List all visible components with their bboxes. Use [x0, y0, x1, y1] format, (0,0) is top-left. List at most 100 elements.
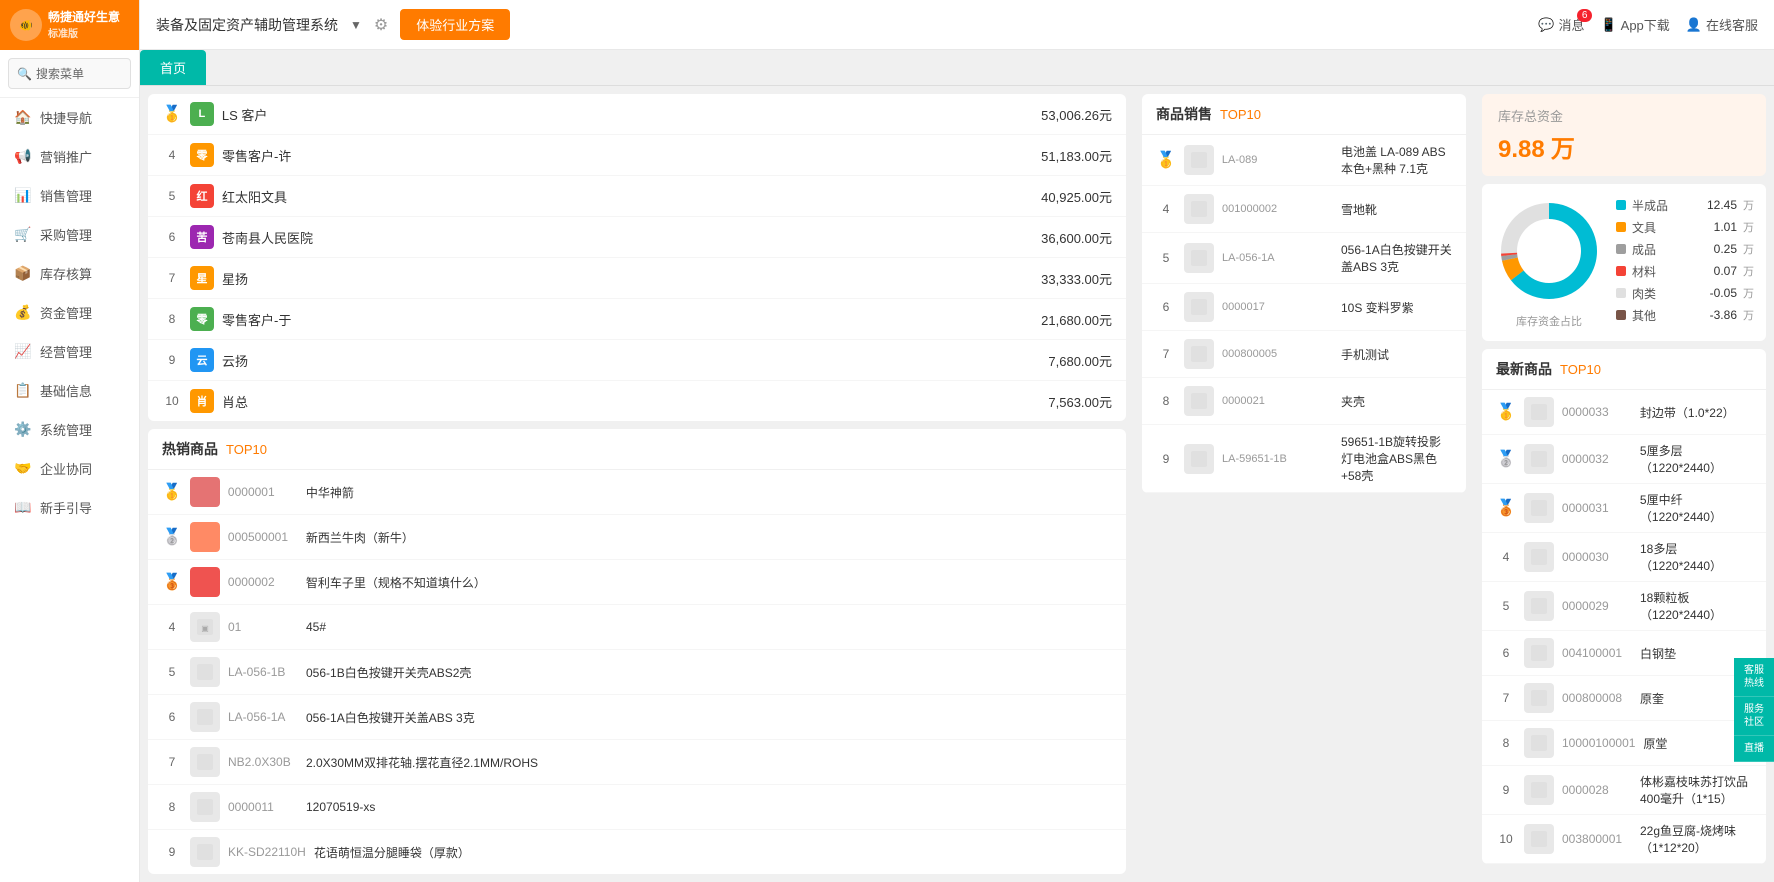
topbar: 装备及固定资产辅助管理系统 ▼ ⚙ 体验行业方案 💬 消息 6 📱 App下载 …: [140, 0, 1774, 50]
product-image-placeholder: [1524, 591, 1554, 621]
product-code: LA-056-1A: [228, 710, 298, 724]
product-code: LA-59651-1B: [1222, 453, 1333, 465]
product-name: 封边带（1.0*22）: [1640, 404, 1752, 421]
float-btn-customer-service[interactable]: 客服热线: [1734, 658, 1774, 697]
product-image-placeholder: [1524, 397, 1554, 427]
nav-icon-kucun: 📦: [14, 265, 32, 282]
product-image-placeholder: [1184, 386, 1214, 416]
product-name: 18多层（1220*2440）: [1640, 540, 1752, 574]
product-image-placeholder: [1524, 638, 1554, 668]
new-products-header: 最新商品 TOP10: [1482, 349, 1766, 390]
medal-icon: 🥇: [1156, 150, 1176, 170]
nav-label-xiaoshou: 销售管理: [40, 186, 92, 205]
legend-unit: 万: [1743, 197, 1754, 213]
avatar: 零: [190, 143, 214, 167]
list-item: 5 0000029 18颗粒板（1220*2440）: [1482, 582, 1766, 631]
product-code: 000500001: [228, 530, 298, 544]
message-button[interactable]: 💬 消息 6: [1538, 15, 1584, 34]
table-row: 5 红 红太阳文具 40,925.00元: [148, 176, 1126, 217]
legend-dot: [1616, 288, 1626, 298]
product-image-placeholder: [190, 747, 220, 777]
product-code: 0000030: [1562, 550, 1632, 564]
search-icon: 🔍: [17, 67, 32, 81]
product-name: 2.0X30MM双排花轴.摆花直径2.1MM/ROHS: [306, 754, 1112, 771]
customer-name: 红太阳文具: [222, 187, 1033, 206]
rank-number: 5: [162, 189, 182, 203]
rank-number: 6: [1496, 646, 1516, 660]
sidebar-item-qiye[interactable]: 🤝 企业协同: [0, 449, 139, 488]
product-name: 056-1A白色按键开关盖ABS 3克: [306, 709, 1112, 726]
main-area: 装备及固定资产辅助管理系统 ▼ ⚙ 体验行业方案 💬 消息 6 📱 App下载 …: [140, 0, 1774, 882]
product-code: 000800008: [1562, 691, 1632, 705]
new-products-card: 最新商品 TOP10 🥇 0000033 封边带（1.0*22） 🥈: [1482, 349, 1766, 864]
product-image: [190, 477, 220, 507]
float-btn-live[interactable]: 直播: [1734, 736, 1774, 762]
legend-dot: [1616, 266, 1626, 276]
tab-home[interactable]: 首页: [140, 50, 206, 85]
sidebar-item-kuaijie[interactable]: 🏠 快捷导航: [0, 98, 139, 137]
float-btn-community[interactable]: 服务社区: [1734, 697, 1774, 736]
product-image-placeholder: [1524, 444, 1554, 474]
inventory-card: 库存总资金 9.88 万: [1482, 94, 1766, 176]
sidebar-nav: 🏠 快捷导航 📢 营销推广 📊 销售管理 🛒 采购管理 📦 库存核算 💰 资金管…: [0, 98, 139, 882]
product-code: 10000100001: [1562, 736, 1635, 750]
trial-button[interactable]: 体验行业方案: [400, 9, 510, 40]
product-name: 5厘中纤（1220*2440）: [1640, 491, 1752, 525]
list-item: 5 LA-056-1B 056-1B白色按键开关壳ABS2壳: [148, 650, 1126, 695]
mobile-icon: 📱: [1600, 17, 1616, 33]
product-image-placeholder: [1524, 728, 1554, 758]
inventory-value: 9.88: [1498, 136, 1545, 163]
nav-label-qiye: 企业协同: [40, 459, 92, 478]
sidebar-item-caigou[interactable]: 🛒 采购管理: [0, 215, 139, 254]
system-dropdown-button[interactable]: ▼: [350, 18, 362, 32]
customer-value: 7,563.00元: [1048, 392, 1112, 411]
sidebar-item-jingying[interactable]: 📈 经营管理: [0, 332, 139, 371]
middle-column: 🥇 L LS 客户 53,006.26元 4 零 零售客户-许 51,183.0…: [140, 86, 1134, 882]
legend-dot: [1616, 200, 1626, 210]
list-item: 6 0000017 10S 变料罗紫: [1142, 284, 1466, 331]
new-products-title: 最新商品: [1496, 359, 1552, 379]
inventory-chart-card: 库存资金占比 半成品 12.45 万 文具 1.01: [1482, 184, 1766, 341]
rank-number: 8: [162, 312, 182, 326]
sidebar-item-yingxiao[interactable]: 📢 营销推广: [0, 137, 139, 176]
product-image-placeholder: [1184, 444, 1214, 474]
rank-number: 7: [162, 271, 182, 285]
legend-value: 12.45: [1707, 198, 1737, 212]
customer-name: 苍南县人民医院: [222, 228, 1033, 247]
table-row: 4 零 零售客户-许 51,183.00元: [148, 135, 1126, 176]
right-column: 库存总资金 9.88 万: [1474, 86, 1774, 882]
gear-icon[interactable]: ⚙: [374, 15, 388, 35]
legend-dot: [1616, 310, 1626, 320]
product-code: 000800005: [1222, 348, 1333, 360]
product-name: 12070519-xs: [306, 800, 1112, 814]
sidebar-item-xitong[interactable]: ⚙️ 系统管理: [0, 410, 139, 449]
list-item: 6 004100001 白钢垫: [1482, 631, 1766, 676]
rank-number: 6: [1156, 300, 1176, 314]
float-buttons: 客服热线 服务社区 直播: [1734, 658, 1774, 762]
sidebar-item-kucun[interactable]: 📦 库存核算: [0, 254, 139, 293]
list-item: 5 LA-056-1A 056-1A白色按键开关盖ABS 3克: [1142, 233, 1466, 284]
sidebar-item-zijin[interactable]: 💰 资金管理: [0, 293, 139, 332]
message-badge: 6: [1577, 9, 1593, 22]
list-item: 9 LA-59651-1B 59651-1B旋转投影灯电池盒ABS黑色+58壳: [1142, 425, 1466, 493]
sidebar-item-xiaoshou[interactable]: 📊 销售管理: [0, 176, 139, 215]
search-menu-button[interactable]: 🔍 搜索菜单: [8, 58, 131, 89]
product-image-placeholder: [1524, 493, 1554, 523]
app-download-button[interactable]: 📱 App下载: [1600, 15, 1669, 34]
product-name: 智利车子里（规格不知道填什么）: [306, 574, 1112, 591]
legend-unit: 万: [1743, 307, 1754, 323]
product-ranking-title: 商品销售: [1156, 104, 1212, 124]
nav-label-jichu: 基础信息: [40, 381, 92, 400]
sidebar-search-area[interactable]: 🔍 搜索菜单: [0, 50, 139, 98]
avatar: 云: [190, 348, 214, 372]
table-row: 🥇 L LS 客户 53,006.26元: [148, 94, 1126, 135]
sidebar-item-xinshou[interactable]: 📖 新手引导: [0, 488, 139, 527]
legend-unit: 万: [1743, 285, 1754, 301]
sidebar-item-jichu[interactable]: 📋 基础信息: [0, 371, 139, 410]
list-item: 4 001000002 雪地靴: [1142, 186, 1466, 233]
product-name: 056-1A白色按键开关盖ABS 3克: [1341, 241, 1452, 275]
product-image-placeholder: [1524, 683, 1554, 713]
online-service-button[interactable]: 👤 在线客服: [1686, 15, 1758, 34]
product-image-placeholder: [1524, 542, 1554, 572]
legend-value: -3.86: [1710, 308, 1737, 322]
